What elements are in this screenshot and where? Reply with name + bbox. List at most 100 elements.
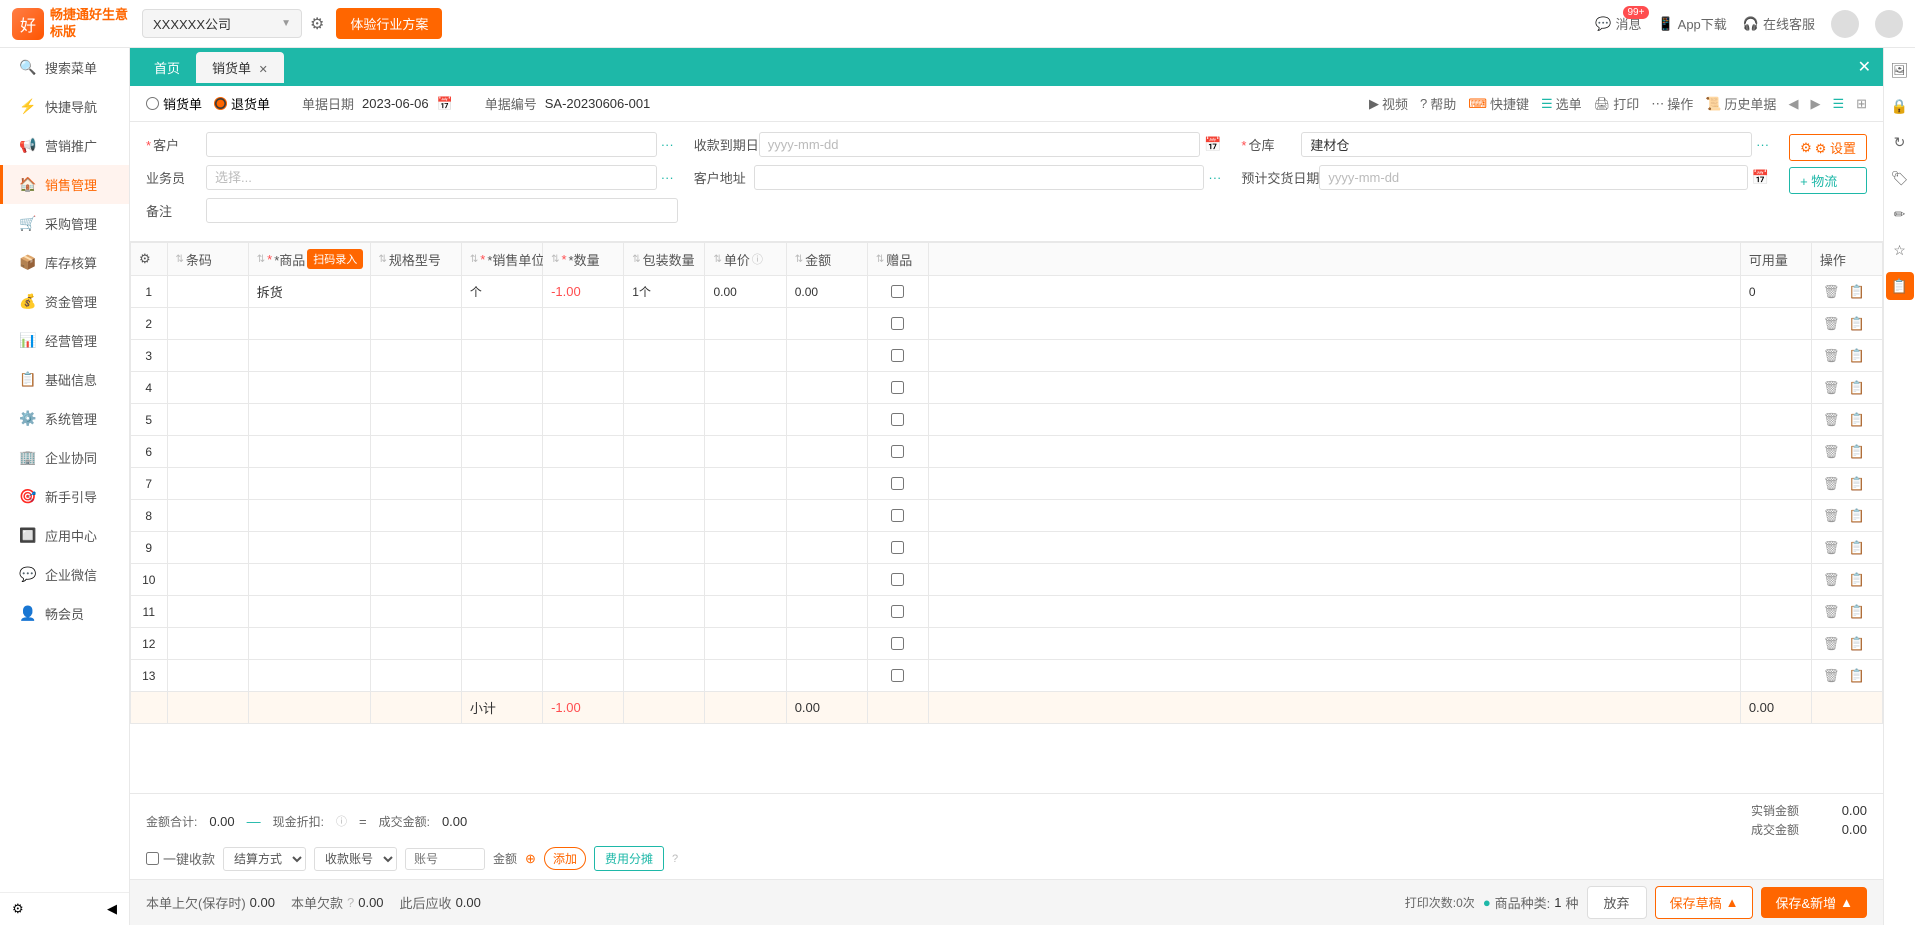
print-btn[interactable]: 🖨 打印	[1594, 94, 1640, 113]
delete-row-icon[interactable]: 🗑	[1823, 668, 1840, 683]
row-spec[interactable]	[370, 628, 461, 660]
copy-row-icon[interactable]: 📋	[1849, 380, 1865, 395]
row-spec[interactable]	[370, 564, 461, 596]
payment-date-input[interactable]	[759, 132, 1200, 157]
list-view-icon[interactable]: ☰	[1832, 96, 1844, 112]
next-record-icon[interactable]: ▶	[1810, 96, 1820, 112]
help-btn[interactable]: ? 帮助	[1420, 94, 1456, 113]
delete-row-icon[interactable]: 🗑	[1823, 348, 1840, 363]
row-barcode[interactable]	[167, 564, 248, 596]
row-gift[interactable]	[867, 532, 928, 564]
logistics-button[interactable]: + 物流	[1789, 167, 1867, 194]
operations-btn[interactable]: ⋯ 操作	[1651, 94, 1693, 113]
save-draft-button[interactable]: 保存草稿 ▲	[1655, 886, 1754, 919]
sidebar-item-capital[interactable]: 💰 资金管理	[0, 282, 129, 321]
row-spec[interactable]	[370, 500, 461, 532]
row-spec[interactable]	[370, 660, 461, 692]
row-gift[interactable]	[867, 564, 928, 596]
discard-button[interactable]: 放弃	[1587, 886, 1647, 919]
add-btn-icon[interactable]: ⊕	[525, 851, 536, 867]
col-header-settings[interactable]: ⚙	[131, 243, 168, 276]
row-barcode[interactable]	[167, 596, 248, 628]
settings-bottom-icon[interactable]: ⚙	[12, 901, 24, 917]
sidebar-item-quick-nav[interactable]: ⚡ 快捷导航	[0, 87, 129, 126]
sidebar-item-appcenter[interactable]: 🔲 应用中心	[0, 516, 129, 555]
scan-btn[interactable]: 扫码录入	[307, 249, 363, 269]
row-gift[interactable]	[867, 340, 928, 372]
grid-view-icon[interactable]: ⊞	[1856, 96, 1867, 112]
delete-row-icon[interactable]: 🗑	[1823, 380, 1840, 395]
sidebar-item-operation[interactable]: 📊 经营管理	[0, 321, 129, 360]
cash-discount-info-icon[interactable]: ⓘ	[336, 813, 347, 829]
row-gift[interactable]	[867, 628, 928, 660]
copy-row-icon[interactable]: 📋	[1849, 444, 1865, 459]
history-btn[interactable]: 📜 历史单据	[1705, 94, 1776, 113]
row-spec[interactable]	[370, 276, 461, 308]
copy-row-icon[interactable]: 📋	[1849, 540, 1865, 555]
sidebar-item-inventory[interactable]: 📦 库存核算	[0, 243, 129, 282]
delivery-date-input[interactable]	[1319, 165, 1747, 190]
sidebar-item-enterprise[interactable]: 🏢 企业协同	[0, 438, 129, 477]
row-gift[interactable]	[867, 308, 928, 340]
sidebar-item-member[interactable]: 👤 畅会员	[0, 594, 129, 633]
expense-help-icon[interactable]: ?	[672, 853, 678, 865]
right-panel-edit-icon[interactable]: ✏	[1886, 200, 1914, 228]
setting-button[interactable]: ⚙ ⚙ 设置	[1789, 134, 1867, 161]
copy-row-icon[interactable]: 📋	[1849, 508, 1865, 523]
sidebar-item-system[interactable]: ⚙️ 系统管理	[0, 399, 129, 438]
copy-row-icon[interactable]: 📋	[1849, 572, 1865, 587]
right-panel-lock-icon[interactable]: 🔒	[1886, 92, 1914, 120]
sidebar-item-search[interactable]: 🔍 搜索菜单	[0, 48, 129, 87]
right-panel-tag-icon[interactable]: 🏷	[1886, 164, 1914, 192]
copy-row-icon[interactable]: 📋	[1849, 636, 1865, 651]
trial-button[interactable]: 体验行业方案	[336, 8, 442, 39]
video-help-btn[interactable]: ▶ 视频	[1369, 94, 1408, 113]
row-spec[interactable]	[370, 404, 461, 436]
delete-row-icon[interactable]: 🗑	[1823, 476, 1840, 491]
row-barcode[interactable]	[167, 500, 248, 532]
row-spec[interactable]	[370, 468, 461, 500]
sidebar-item-wechat[interactable]: 💬 企业微信	[0, 555, 129, 594]
close-all-tabs-icon[interactable]: ✕	[1854, 53, 1875, 81]
sidebar-item-marketing[interactable]: 📢 营销推广	[0, 126, 129, 165]
row-gift[interactable]	[867, 404, 928, 436]
one-click-pay-checkbox[interactable]: 一键收款	[146, 849, 215, 868]
delete-row-icon[interactable]: 🗑	[1823, 572, 1840, 587]
copy-row-icon[interactable]: 📋	[1849, 316, 1865, 331]
row-spec[interactable]	[370, 308, 461, 340]
row-barcode[interactable]	[167, 404, 248, 436]
add-payment-button[interactable]: 添加	[544, 847, 586, 870]
calendar-icon[interactable]: 📅	[437, 96, 453, 112]
right-panel-image-icon[interactable]: 🖼	[1886, 56, 1914, 84]
row-gift[interactable]	[867, 436, 928, 468]
app-download-item[interactable]: 📱 App下载	[1657, 14, 1726, 33]
remark-input[interactable]	[206, 198, 678, 223]
account-select[interactable]: 收款账号	[314, 847, 397, 871]
debt-help-icon[interactable]: ?	[347, 895, 354, 910]
row-spec[interactable]	[370, 372, 461, 404]
delete-row-icon[interactable]: 🗑	[1823, 284, 1840, 299]
row-barcode[interactable]	[167, 628, 248, 660]
row-spec[interactable]	[370, 436, 461, 468]
tab-close-icon[interactable]: ✕	[259, 64, 268, 76]
salesman-input[interactable]	[206, 165, 657, 190]
delete-row-icon[interactable]: 🗑	[1823, 540, 1840, 555]
sidebar-item-purchase[interactable]: 🛒 采购管理	[0, 204, 129, 243]
payment-calendar-icon[interactable]: 📅	[1200, 136, 1225, 153]
copy-row-icon[interactable]: 📋	[1849, 604, 1865, 619]
row-gift[interactable]	[867, 596, 928, 628]
row-barcode[interactable]	[167, 468, 248, 500]
right-panel-refresh-icon[interactable]: ↻	[1886, 128, 1914, 156]
delete-row-icon[interactable]: 🗑	[1823, 412, 1840, 427]
price-info-icon[interactable]: ⓘ	[752, 251, 763, 267]
row-barcode[interactable]	[167, 340, 248, 372]
delete-row-icon[interactable]: 🗑	[1823, 636, 1840, 651]
radio-return[interactable]: 退货单	[214, 94, 270, 113]
delete-row-icon[interactable]: 🗑	[1823, 444, 1840, 459]
sidebar-item-sales[interactable]: 🏠 销售管理	[0, 165, 129, 204]
payment-method-select[interactable]: 结算方式	[223, 847, 306, 871]
delivery-calendar-icon[interactable]: 📅	[1748, 169, 1773, 186]
table-wrapper[interactable]: ⚙ ⇅ 条码 ⇅ **商品	[130, 242, 1883, 793]
message-item[interactable]: 💬 消息 99+	[1595, 14, 1641, 33]
delete-row-icon[interactable]: 🗑	[1823, 604, 1840, 619]
